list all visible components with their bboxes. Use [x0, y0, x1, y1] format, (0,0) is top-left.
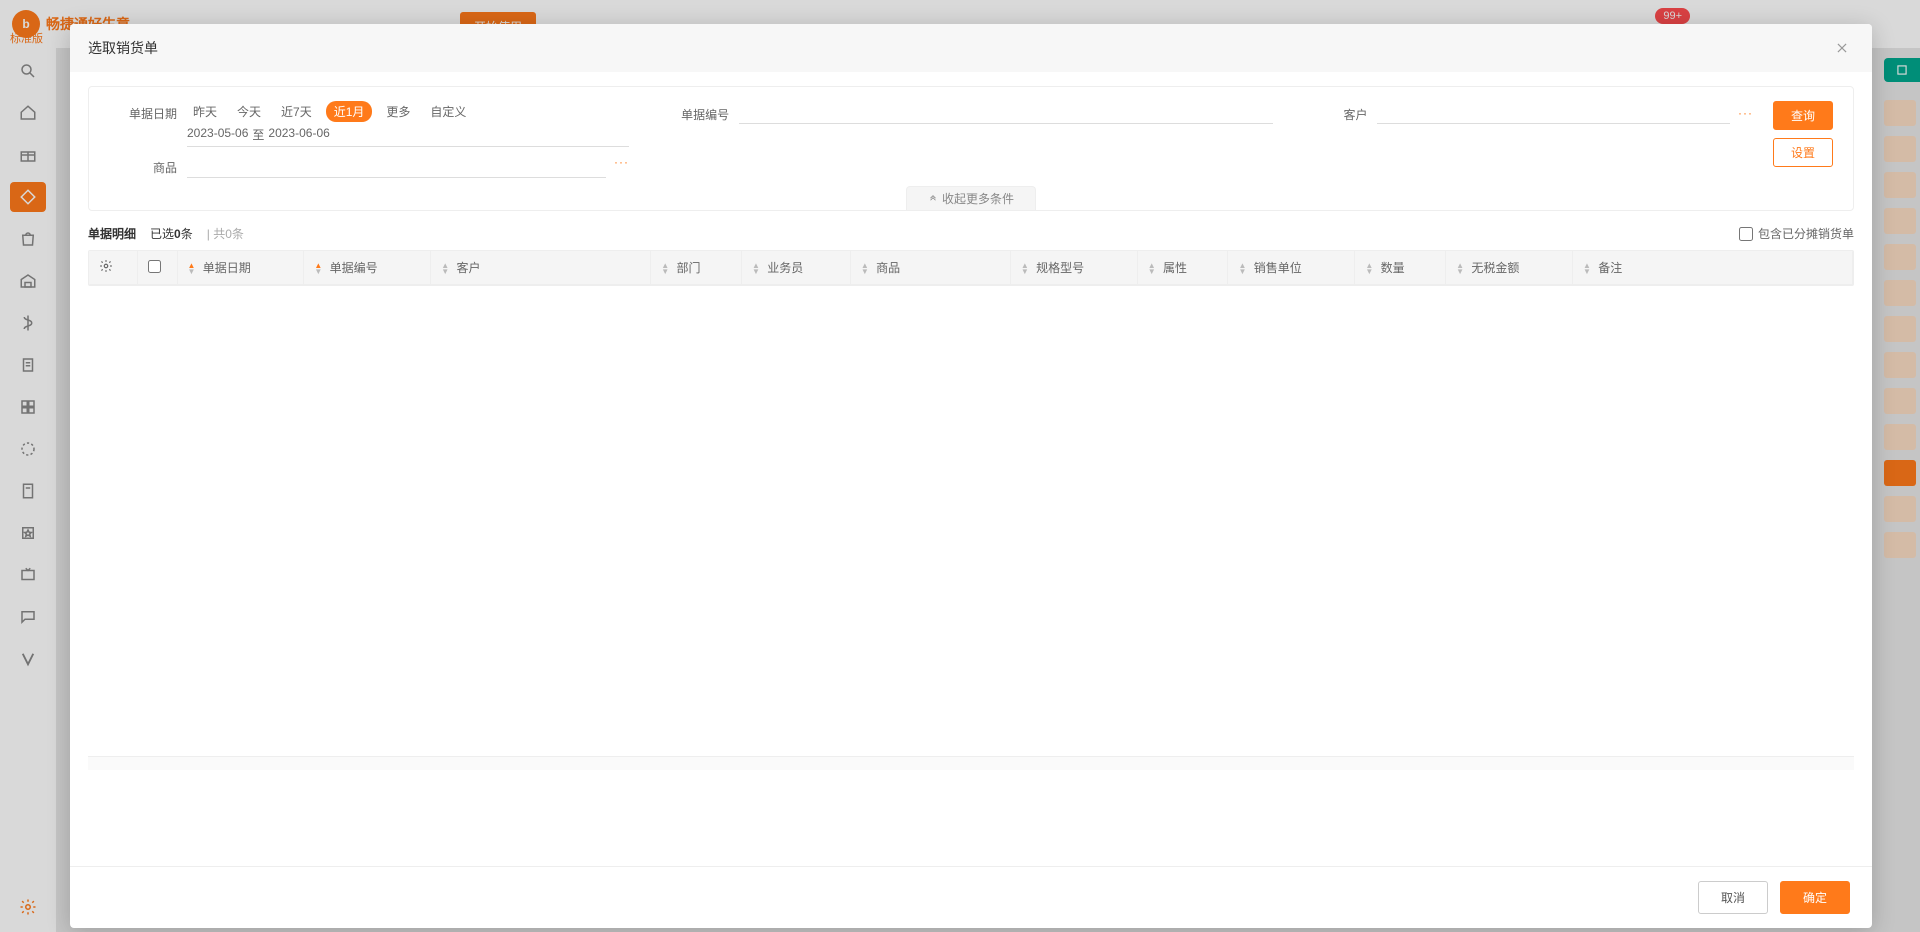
col-spec[interactable]: ▲▼ 规格型号	[1010, 251, 1137, 285]
col-dept[interactable]: ▲▼ 部门	[651, 251, 742, 285]
select-sales-order-modal: 选取销货单 查询 设置 单据日期 昨天 今天 近7天 近1	[70, 24, 1872, 928]
include-label: 包含已分摊销货单	[1758, 225, 1854, 242]
chevron-up-icon	[928, 194, 938, 204]
modal-title: 选取销货单	[88, 38, 158, 58]
col-label: 单据日期	[203, 261, 251, 275]
sort-icon: ▲▼	[752, 263, 760, 275]
modal-body: 查询 设置 单据日期 昨天 今天 近7天 近1月 更多 自定义	[70, 72, 1872, 866]
customer-label: 客户	[1313, 102, 1367, 123]
include-allocated-input[interactable]	[1739, 227, 1753, 241]
sort-icon: ▲▼	[1456, 263, 1464, 275]
date-tag-last1m[interactable]: 近1月	[326, 101, 373, 122]
sort-icon: ▲▼	[1238, 263, 1246, 275]
date-tag-today[interactable]: 今天	[231, 101, 267, 122]
sort-icon: ▲▼	[314, 263, 322, 275]
docno-input[interactable]	[739, 101, 1273, 124]
sort-icon: ▲▼	[441, 263, 449, 275]
docno-filter: 单据编号	[669, 101, 1273, 124]
product-filter: 商品 ···	[109, 155, 629, 178]
selected-prefix: 已选	[150, 227, 174, 241]
col-label: 无税金额	[1471, 261, 1519, 275]
col-unit[interactable]: ▲▼ 销售单位	[1228, 251, 1355, 285]
total-text: 共0条	[213, 227, 244, 241]
collapse-label: 收起更多条件	[942, 190, 1014, 207]
gear-icon	[99, 259, 113, 273]
col-docno[interactable]: ▲▼ 单据编号	[304, 251, 431, 285]
modal-header: 选取销货单	[70, 24, 1872, 72]
col-label: 规格型号	[1036, 261, 1084, 275]
detail-title: 单据明细	[88, 225, 136, 242]
detail-table: ▲▼ 单据日期 ▲▼ 单据编号 ▲▼ 客户 ▲▼	[88, 250, 1854, 286]
close-icon[interactable]	[1830, 36, 1854, 60]
col-attr[interactable]: ▲▼ 属性	[1137, 251, 1228, 285]
sort-icon: ▲▼	[861, 263, 869, 275]
filter-panel: 查询 设置 单据日期 昨天 今天 近7天 近1月 更多 自定义	[88, 86, 1854, 211]
cancel-button[interactable]: 取消	[1698, 881, 1768, 914]
date-label: 单据日期	[109, 101, 177, 122]
col-label: 备注	[1598, 261, 1622, 275]
date-sep: 至	[252, 126, 264, 143]
date-from: 2023-05-06	[187, 126, 248, 143]
col-label: 单据编号	[330, 261, 378, 275]
settings-button[interactable]: 设置	[1773, 138, 1833, 167]
selected-count: 已选0条	[150, 225, 193, 242]
date-tag-last7[interactable]: 近7天	[275, 101, 318, 122]
detail-header: 单据明细 已选0条 | 共0条 包含已分摊销货单	[88, 225, 1854, 242]
col-label: 属性	[1163, 261, 1187, 275]
col-remark[interactable]: ▲▼ 备注	[1573, 251, 1853, 285]
date-range[interactable]: 2023-05-06 至 2023-06-06	[187, 126, 629, 147]
table-empty-area	[88, 286, 1854, 756]
customer-picker-icon[interactable]: ···	[1738, 106, 1753, 120]
docno-label: 单据编号	[669, 102, 729, 123]
product-label: 商品	[109, 155, 177, 176]
date-filter: 单据日期 昨天 今天 近7天 近1月 更多 自定义 2023-05-06 至	[109, 101, 629, 147]
sort-icon: ▲▼	[1365, 263, 1373, 275]
date-quick-tags: 昨天 今天 近7天 近1月 更多 自定义	[187, 101, 629, 122]
col-label: 销售单位	[1254, 261, 1302, 275]
col-customer[interactable]: ▲▼ 客户	[431, 251, 651, 285]
product-input[interactable]	[187, 155, 606, 178]
customer-filter: 客户 ···	[1313, 101, 1833, 124]
horizontal-scrollbar[interactable]	[88, 756, 1854, 770]
sort-icon: ▲▼	[188, 263, 196, 275]
date-tag-custom[interactable]: 自定义	[424, 101, 472, 122]
date-tag-yesterday[interactable]: 昨天	[187, 101, 223, 122]
confirm-button[interactable]: 确定	[1780, 881, 1850, 914]
sort-icon: ▲▼	[1148, 263, 1156, 275]
total-count: | 共0条	[207, 225, 244, 242]
selected-suffix: 条	[181, 227, 193, 241]
selected-number: 0	[174, 227, 181, 241]
col-label: 数量	[1381, 261, 1405, 275]
customer-input[interactable]	[1377, 101, 1730, 124]
col-salesperson[interactable]: ▲▼ 业务员	[742, 251, 851, 285]
column-settings[interactable]	[89, 251, 137, 285]
col-date[interactable]: ▲▼ 单据日期	[177, 251, 304, 285]
col-label: 客户	[457, 261, 481, 275]
total-sep: |	[207, 227, 210, 241]
sort-icon: ▲▼	[1021, 263, 1029, 275]
col-qty[interactable]: ▲▼ 数量	[1355, 251, 1446, 285]
col-amount[interactable]: ▲▼ 无税金额	[1446, 251, 1573, 285]
select-all-checkbox[interactable]	[137, 251, 177, 285]
col-label: 部门	[677, 261, 701, 275]
col-label: 业务员	[767, 261, 803, 275]
sort-icon: ▲▼	[661, 263, 669, 275]
col-product[interactable]: ▲▼ 商品	[850, 251, 1010, 285]
date-tag-more[interactable]: 更多	[380, 101, 416, 122]
product-picker-icon[interactable]: ···	[614, 155, 629, 169]
modal-footer: 取消 确定	[70, 866, 1872, 928]
collapse-more-toggle[interactable]: 收起更多条件	[906, 186, 1036, 210]
date-to: 2023-06-06	[268, 126, 329, 143]
select-all-input[interactable]	[148, 260, 161, 273]
include-allocated-checkbox[interactable]: 包含已分摊销货单	[1739, 225, 1854, 242]
col-label: 商品	[876, 261, 900, 275]
sort-icon: ▲▼	[1583, 263, 1591, 275]
